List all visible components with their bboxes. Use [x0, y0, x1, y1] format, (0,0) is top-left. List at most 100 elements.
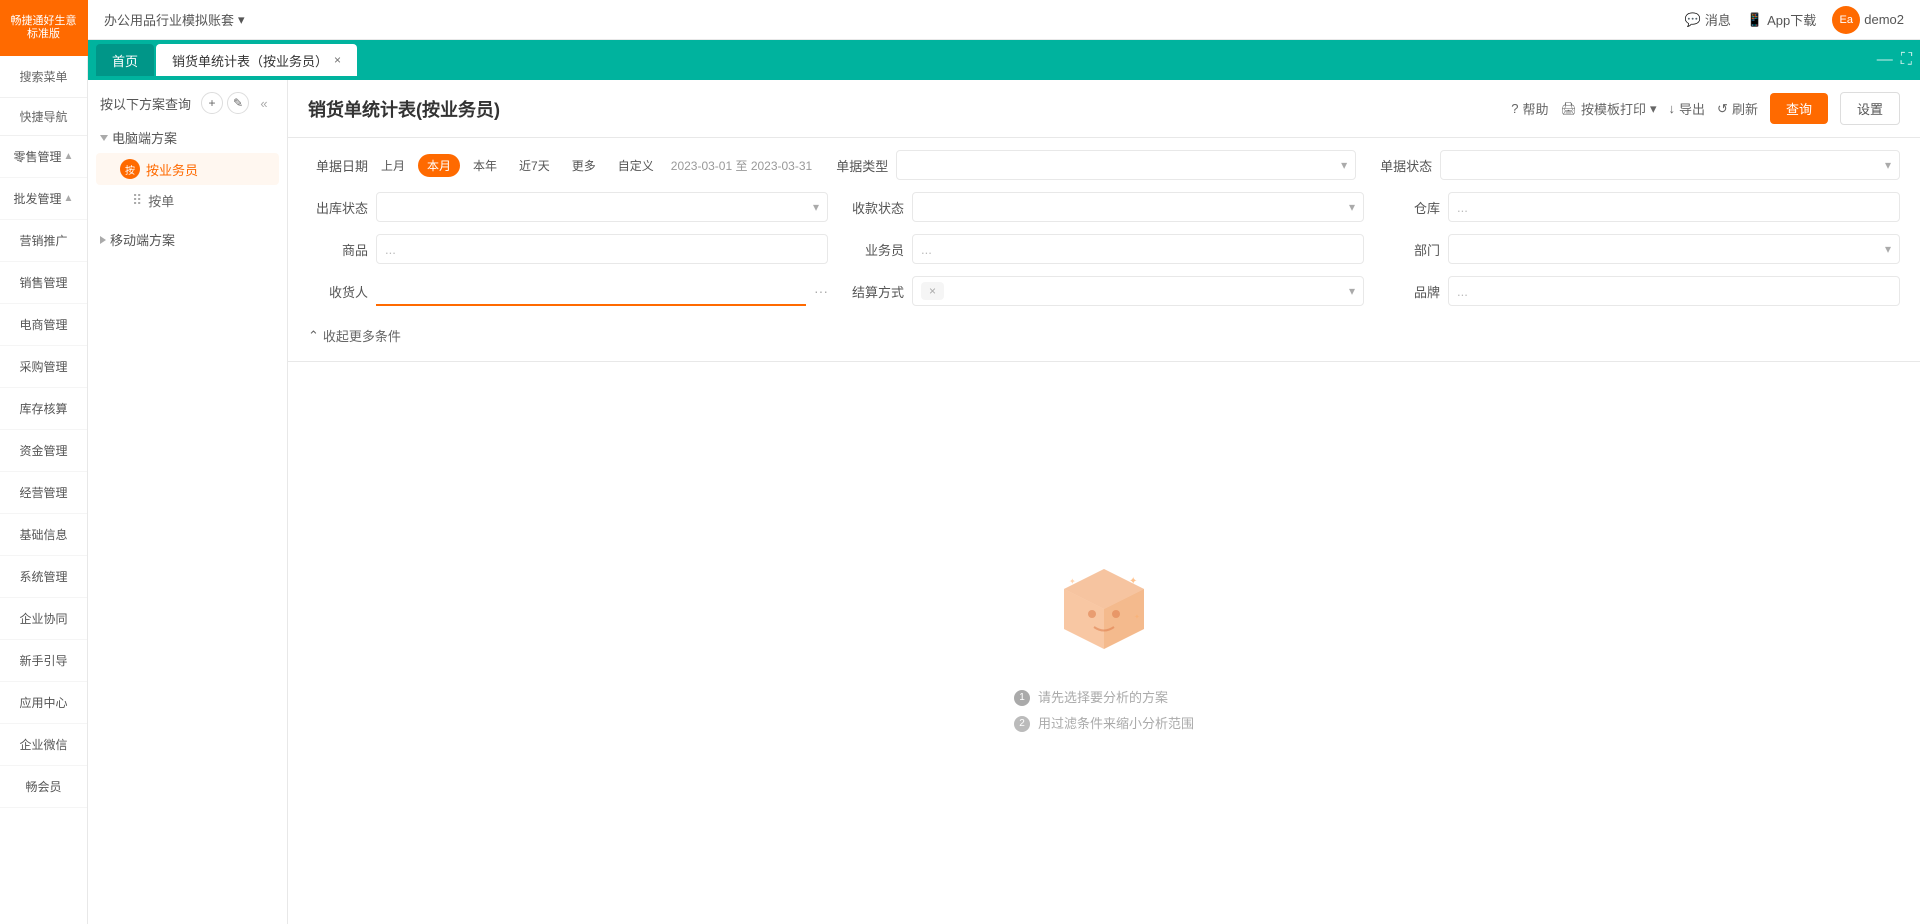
empty-illustration: ✦ ✦ ✦: [1044, 549, 1164, 669]
tab-maximize-btn[interactable]: ⛶: [1901, 51, 1912, 69]
doc-type-filter: 单据类型 ▾: [828, 150, 1356, 180]
sidebar-item-enterprise[interactable]: 企业协同: [0, 598, 87, 640]
help-label: 帮助: [1522, 99, 1548, 118]
industry-name: 办公用品行业模拟账套: [104, 10, 234, 29]
recipient-input[interactable]: [376, 276, 806, 306]
svg-text:✦: ✦: [1069, 577, 1076, 586]
hint-1: 1 请先选择要分析的方案: [1014, 685, 1194, 711]
sidebar-search[interactable]: 搜索菜单: [0, 56, 87, 98]
sidebar-item-operation[interactable]: 经营管理: [0, 472, 87, 514]
print-icon: 🖨: [1560, 101, 1577, 117]
logo-text: 畅捷通好生意: [11, 15, 77, 28]
sidebar-item-inventory[interactable]: 库存核算: [0, 388, 87, 430]
collapse-more-conditions-btn[interactable]: ⌃ 收起更多条件: [308, 318, 1900, 349]
sidebar-item-newbie[interactable]: 新手引导: [0, 640, 87, 682]
sidebar-item-apps[interactable]: 应用中心: [0, 682, 87, 724]
tab-minimize-btn[interactable]: —: [1877, 51, 1893, 69]
sidebar-item-system[interactable]: 系统管理: [0, 556, 87, 598]
left-panel-header: 按以下方案查询 + ✎ «: [88, 92, 287, 122]
app-logo: 畅捷通好生意 标准版: [0, 0, 88, 56]
left-panel-title: 按以下方案查询: [100, 94, 191, 113]
sidebar-item-sales[interactable]: 销售管理: [0, 262, 87, 304]
goods-filter: 商品 ...: [308, 234, 828, 264]
topbar: 办公用品行业模拟账套 ▾ 💬 消息 📱 App下载 Ea demo2: [88, 0, 1920, 40]
scheme-by-salesman[interactable]: 按 按业务员: [96, 153, 279, 185]
salesman-filter: 业务员 ...: [844, 234, 1364, 264]
edit-scheme-btn[interactable]: ✎: [227, 92, 249, 114]
settlement-tag-close[interactable]: ×: [929, 284, 936, 298]
doc-type-select[interactable]: ▾: [896, 150, 1356, 180]
this-month-btn[interactable]: 本月: [418, 154, 460, 177]
more-date-btn[interactable]: 更多: [563, 154, 605, 177]
sidebar-item-member[interactable]: 畅会员: [0, 766, 87, 808]
setting-button[interactable]: 设置: [1840, 92, 1900, 125]
recipient-dots-icon[interactable]: ···: [814, 283, 828, 299]
dept-select[interactable]: ▾: [1448, 234, 1900, 264]
message-label: 消息: [1705, 10, 1731, 29]
logo-subtext: 标准版: [27, 28, 60, 41]
sidebar-item-ecommerce[interactable]: 电商管理: [0, 304, 87, 346]
settlement-label: 结算方式: [844, 282, 904, 301]
out-status-select[interactable]: ▾: [376, 192, 828, 222]
goods-select[interactable]: ...: [376, 234, 828, 264]
doc-status-select[interactable]: ▾: [1440, 150, 1900, 180]
query-button[interactable]: 查询: [1770, 93, 1828, 124]
order-icon: ⠿: [132, 192, 142, 209]
payment-status-select[interactable]: ▾: [912, 192, 1364, 222]
goods-label: 商品: [308, 240, 368, 259]
doc-type-label: 单据类型: [828, 156, 888, 175]
message-btn[interactable]: 💬 消息: [1685, 10, 1731, 29]
app-download-btn[interactable]: 📱 App下载: [1747, 10, 1816, 29]
tab-home[interactable]: 首页: [96, 44, 154, 76]
refresh-btn[interactable]: ↺ 刷新: [1717, 99, 1758, 118]
doc-status-filter: 单据状态 ▾: [1372, 150, 1900, 180]
custom-date-btn[interactable]: 自定义: [609, 154, 663, 177]
topbar-left: 办公用品行业模拟账套 ▾: [104, 10, 245, 29]
export-icon: ↓: [1669, 101, 1676, 116]
out-status-label: 出库状态: [308, 198, 368, 217]
scheme-by-order[interactable]: ⠿ 按单: [96, 185, 279, 216]
salesman-select[interactable]: ...: [912, 234, 1364, 264]
tab-sales-stats[interactable]: 销货单统计表（按业务员） ×: [156, 44, 357, 76]
this-year-btn[interactable]: 本年: [464, 154, 506, 177]
payment-status-filter: 收款状态 ▾: [844, 192, 1364, 222]
mobile-scheme-header[interactable]: 移动端方案: [88, 224, 287, 255]
sidebar-item-finance[interactable]: 资金管理: [0, 430, 87, 472]
refresh-label: 刷新: [1732, 99, 1758, 118]
page-header: 销货单统计表(按业务员) ? 帮助 🖨 按模板打印 ▾ ↓ 导出: [288, 80, 1920, 138]
last7-btn[interactable]: 近7天: [510, 154, 559, 177]
home-tab-label: 首页: [112, 51, 138, 70]
sidebar-item-retail[interactable]: 零售管理 ▲: [0, 136, 87, 178]
help-btn[interactable]: ? 帮助: [1511, 99, 1548, 118]
print-label: 按模板打印: [1581, 99, 1646, 118]
add-scheme-btn[interactable]: +: [201, 92, 223, 114]
user-info[interactable]: Ea demo2: [1832, 6, 1904, 34]
sidebar-item-purchase[interactable]: 采购管理: [0, 346, 87, 388]
sidebar-item-wholesale[interactable]: 批发管理 ▲: [0, 178, 87, 220]
print-btn[interactable]: 🖨 按模板打印 ▾: [1560, 99, 1656, 118]
sidebar: 畅捷通好生意 标准版 搜索菜单 快捷导航 零售管理 ▲ 批发管理 ▲ 营销推广 …: [0, 0, 88, 924]
settlement-select[interactable]: × ▾: [912, 276, 1364, 306]
goods-placeholder: ...: [385, 242, 396, 257]
export-btn[interactable]: ↓ 导出: [1669, 99, 1706, 118]
user-name: demo2: [1864, 12, 1904, 27]
sidebar-item-basic[interactable]: 基础信息: [0, 514, 87, 556]
sidebar-item-wechat[interactable]: 企业微信: [0, 724, 87, 766]
sidebar-item-marketing[interactable]: 营销推广: [0, 220, 87, 262]
topbar-right: 💬 消息 📱 App下载 Ea demo2: [1685, 6, 1904, 34]
brand-label: 品牌: [1380, 282, 1440, 301]
expand-icon: [100, 135, 108, 141]
brand-select[interactable]: ...: [1448, 276, 1900, 306]
warehouse-select[interactable]: ...: [1448, 192, 1900, 222]
brand-filter: 品牌 ...: [1380, 276, 1900, 306]
salesman-label: 业务员: [844, 240, 904, 259]
out-status-filter: 出库状态 ▾: [308, 192, 828, 222]
sidebar-quick-nav[interactable]: 快捷导航: [0, 98, 87, 136]
industry-selector[interactable]: 办公用品行业模拟账套 ▾: [104, 10, 245, 29]
export-label: 导出: [1679, 99, 1705, 118]
collapse-panel-btn[interactable]: «: [253, 92, 275, 114]
tab-close-icon[interactable]: ×: [334, 53, 341, 67]
desktop-scheme-header[interactable]: 电脑端方案: [96, 122, 279, 153]
last-month-btn[interactable]: 上月: [372, 154, 414, 177]
filter-area: 单据日期 上月 本月 本年 近7天 更多 自定义 2023-03-01 至 20…: [288, 138, 1920, 362]
